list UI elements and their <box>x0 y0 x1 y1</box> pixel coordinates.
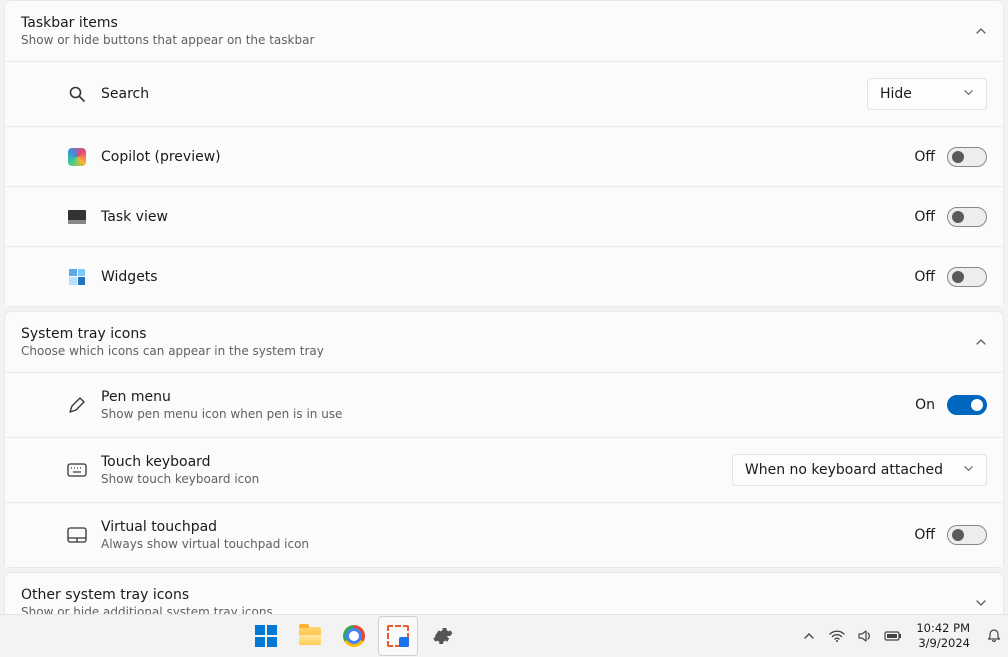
copilot-icon <box>67 147 87 167</box>
chevron-up-icon <box>975 333 987 352</box>
widgets-toggle[interactable] <box>947 267 987 287</box>
chevron-down-icon <box>963 86 974 102</box>
row-label: Virtual touchpad <box>101 519 914 535</box>
snipping-tool-button[interactable] <box>378 616 418 656</box>
toggle-state-label: Off <box>914 269 935 285</box>
widgets-icon <box>67 267 87 287</box>
row-sublabel: Always show virtual touchpad icon <box>101 537 914 551</box>
search-dropdown[interactable]: Hide <box>867 78 987 110</box>
section-header-system-tray[interactable]: System tray icons Choose which icons can… <box>5 312 1003 372</box>
row-touch-keyboard: Touch keyboard Show touch keyboard icon … <box>5 437 1003 502</box>
taskview-icon <box>67 207 87 227</box>
copilot-toggle[interactable] <box>947 147 987 167</box>
notifications-button[interactable] <box>984 628 1004 644</box>
section-taskbar-items: Taskbar items Show or hide buttons that … <box>4 0 1004 307</box>
row-search: Search Hide <box>5 61 1003 126</box>
search-icon <box>67 84 87 104</box>
toggle-state-label: Off <box>914 527 935 543</box>
row-sublabel: Show pen menu icon when pen is in use <box>101 407 915 421</box>
row-label: Search <box>101 86 867 102</box>
section-title: Taskbar items <box>21 15 975 31</box>
section-subtitle: Show or hide buttons that appear on the … <box>21 33 975 47</box>
row-label: Pen menu <box>101 389 915 405</box>
row-label: Touch keyboard <box>101 454 732 470</box>
row-virtual-touchpad: Virtual touchpad Always show virtual tou… <box>5 502 1003 567</box>
row-pen-menu: Pen menu Show pen menu icon when pen is … <box>5 372 1003 437</box>
dropdown-value: Hide <box>880 86 912 102</box>
toggle-state-label: On <box>915 397 935 413</box>
chrome-button[interactable] <box>334 616 374 656</box>
section-header-other-tray[interactable]: Other system tray icons Show or hide add… <box>5 573 1003 614</box>
settings-button[interactable] <box>422 616 462 656</box>
row-copilot: Copilot (preview) Off <box>5 126 1003 186</box>
row-widgets: Widgets Off <box>5 246 1003 306</box>
settings-scroll-area[interactable]: Taskbar items Show or hide buttons that … <box>0 0 1008 614</box>
section-header-taskbar-items[interactable]: Taskbar items Show or hide buttons that … <box>5 1 1003 61</box>
taskbar-clock[interactable]: 10:42 PM 3/9/2024 <box>912 619 974 653</box>
section-title: Other system tray icons <box>21 587 975 603</box>
row-sublabel: Show touch keyboard icon <box>101 472 732 486</box>
virtual-touchpad-toggle[interactable] <box>947 525 987 545</box>
battery-icon[interactable] <box>884 627 902 645</box>
dropdown-value: When no keyboard attached <box>745 462 943 478</box>
chevron-down-icon <box>963 462 974 478</box>
toggle-state-label: Off <box>914 149 935 165</box>
section-subtitle: Show or hide additional system tray icon… <box>21 605 975 614</box>
taskview-toggle[interactable] <box>947 207 987 227</box>
section-subtitle: Choose which icons can appear in the sys… <box>21 344 975 358</box>
clock-time: 10:42 PM <box>916 621 970 636</box>
start-button[interactable] <box>246 616 286 656</box>
wifi-icon[interactable] <box>828 627 846 645</box>
section-title: System tray icons <box>21 326 975 342</box>
taskbar-center-group <box>246 615 462 657</box>
row-label: Task view <box>101 209 914 225</box>
row-taskview: Task view Off <box>5 186 1003 246</box>
taskbar-right-group: 10:42 PM 3/9/2024 <box>800 615 1008 657</box>
row-label: Widgets <box>101 269 914 285</box>
file-explorer-button[interactable] <box>290 616 330 656</box>
clock-date: 3/9/2024 <box>916 636 970 651</box>
section-other-tray: Other system tray icons Show or hide add… <box>4 572 1004 614</box>
touchpad-icon <box>67 525 87 545</box>
keyboard-icon <box>67 460 87 480</box>
tray-overflow-button[interactable] <box>800 627 818 645</box>
touch-keyboard-dropdown[interactable]: When no keyboard attached <box>732 454 987 486</box>
chevron-up-icon <box>975 22 987 41</box>
toggle-state-label: Off <box>914 209 935 225</box>
pen-icon <box>67 395 87 415</box>
section-system-tray: System tray icons Choose which icons can… <box>4 311 1004 568</box>
row-label: Copilot (preview) <box>101 149 914 165</box>
volume-icon[interactable] <box>856 627 874 645</box>
chevron-down-icon <box>975 594 987 613</box>
windows-taskbar: 10:42 PM 3/9/2024 <box>0 614 1008 657</box>
pen-menu-toggle[interactable] <box>947 395 987 415</box>
